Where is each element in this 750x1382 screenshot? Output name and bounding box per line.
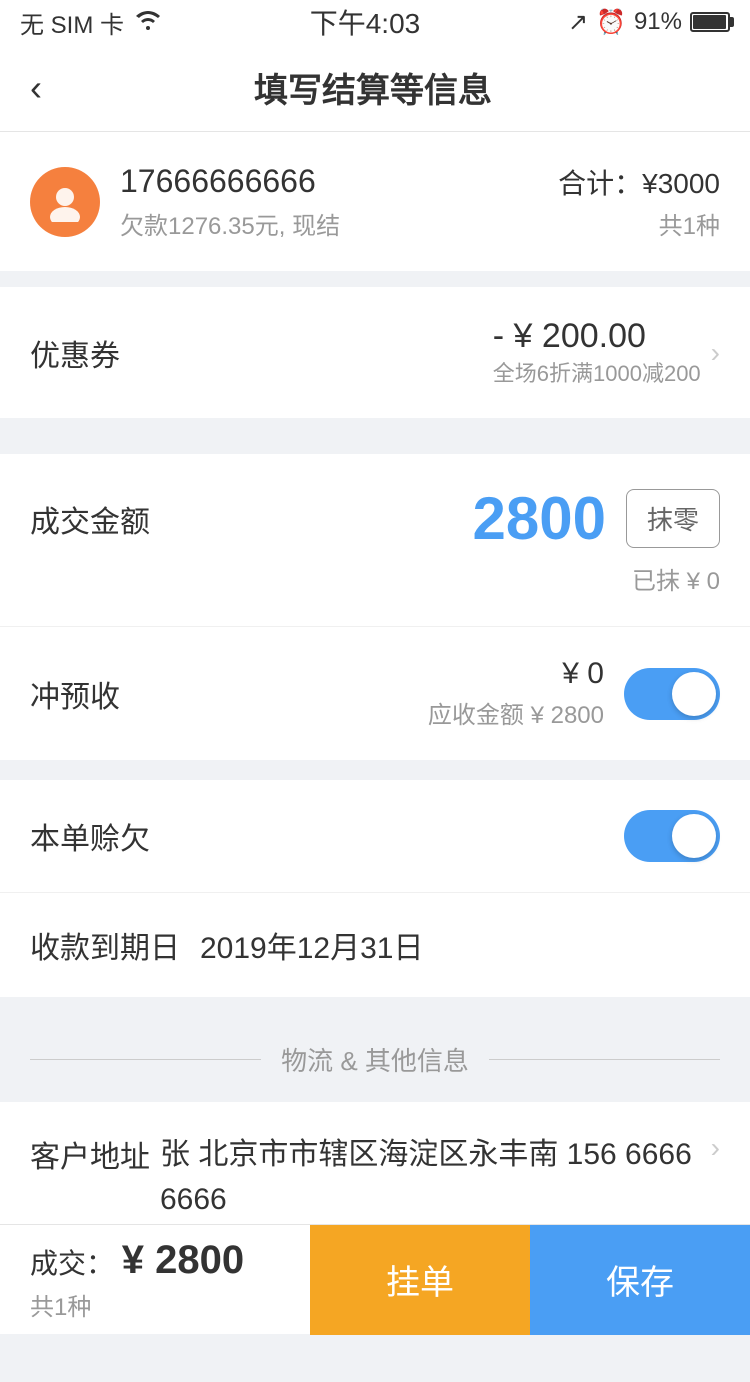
amount-sub: 已抹 ¥ 0	[30, 561, 720, 596]
divider-3	[0, 997, 750, 1017]
hang-button-label: 挂单	[386, 1255, 454, 1304]
prepay-right: ¥ 0 应收金额 ¥ 2800	[428, 657, 720, 730]
status-time: 下午4:03	[310, 2, 421, 42]
address-value: 张 北京市市辖区海淀区永丰南 156 6666 6666	[160, 1132, 701, 1222]
battery-icon	[690, 12, 730, 32]
prepay-toggle[interactable]	[624, 668, 720, 720]
status-left: 无 SIM 卡	[20, 5, 162, 40]
bottom-deal-amount: ¥ 2800	[122, 1238, 244, 1282]
address-chevron-icon: ›	[711, 1132, 720, 1164]
customer-phone: 17666666666	[120, 163, 340, 200]
total-label: 合计：	[558, 168, 642, 199]
customer-total: 合计：¥3000 共1种	[558, 162, 720, 241]
prepay-info: ¥ 0 应收金额 ¥ 2800	[428, 657, 604, 730]
back-button[interactable]: ‹	[30, 67, 42, 109]
customer-info: 17666666666 欠款1276.35元, 现结	[120, 163, 340, 241]
bottom-deal-row: 成交： ¥ 2800	[30, 1238, 280, 1283]
defer-row: 本单赊欠	[0, 780, 750, 892]
customer-section: 17666666666 欠款1276.35元, 现结 合计：¥3000 共1种	[0, 132, 750, 271]
location-icon: ↗	[568, 8, 588, 37]
nav-bar: ‹ 填写结算等信息	[0, 44, 750, 132]
amount-section: 成交金额 2800 抹零 已抹 ¥ 0	[0, 454, 750, 626]
carrier-text: 无 SIM 卡	[20, 5, 124, 40]
save-button-label: 保存	[606, 1255, 674, 1304]
bottom-count: 共1种	[30, 1287, 280, 1322]
section-line-right	[489, 1059, 720, 1060]
prepay-row: 冲预收 ¥ 0 应收金额 ¥ 2800	[0, 626, 750, 760]
save-button[interactable]: 保存	[530, 1225, 750, 1335]
coupon-discount: - ¥ 200.00	[493, 317, 701, 356]
due-label: 收款到期日	[30, 923, 180, 967]
coupon-row[interactable]: 优惠券 - ¥ 200.00 全场6折满1000减200 ›	[0, 287, 750, 418]
due-date-value: 2019年12月31日	[200, 923, 423, 967]
wifi-icon	[134, 8, 162, 37]
prepay-amount: ¥ 0	[428, 657, 604, 691]
bottom-info: 成交： ¥ 2800 共1种	[0, 1238, 310, 1322]
customer-left: 17666666666 欠款1276.35元, 现结	[30, 163, 340, 241]
coupon-chevron-icon: ›	[711, 337, 720, 369]
amount-right: 2800 抹零	[473, 484, 721, 553]
coupon-sub: 全场6折满1000减200	[493, 356, 701, 388]
round-button[interactable]: 抹零	[626, 489, 720, 548]
page-title: 填写结算等信息	[62, 63, 684, 112]
hang-button[interactable]: 挂单	[310, 1225, 530, 1335]
alarm-icon: ⏰	[596, 8, 626, 37]
amount-row: 成交金额 2800 抹零	[30, 484, 720, 553]
defer-toggle[interactable]	[624, 810, 720, 862]
avatar	[30, 167, 100, 237]
status-right: ↗ ⏰ 91%	[568, 8, 730, 37]
divider-2	[0, 760, 750, 780]
due-date-row: 收款到期日 2019年12月31日	[0, 892, 750, 997]
section-header: 物流 & 其他信息	[0, 1017, 750, 1102]
divider-1	[0, 434, 750, 454]
section-header-text: 物流 & 其他信息	[281, 1041, 469, 1078]
battery-percent: 91%	[634, 8, 682, 36]
address-label: 客户地址	[30, 1132, 160, 1176]
total-label-amount: 合计：¥3000	[558, 162, 720, 202]
prepay-sub: 应收金额 ¥ 2800	[428, 695, 604, 730]
section-line-left	[30, 1059, 261, 1060]
defer-label: 本单赊欠	[30, 814, 150, 858]
total-count: 共1种	[558, 206, 720, 241]
coupon-right: - ¥ 200.00 全场6折满1000减200 ›	[493, 317, 720, 388]
amount-value: 2800	[473, 484, 606, 553]
prepay-label: 冲预收	[30, 672, 120, 716]
total-amount: ¥3000	[642, 168, 720, 199]
bottom-deal-label: 成交：	[30, 1248, 114, 1279]
amount-label: 成交金额	[30, 497, 150, 541]
customer-sub: 欠款1276.35元, 现结	[120, 206, 340, 241]
coupon-label: 优惠券	[30, 331, 120, 375]
status-bar: 无 SIM 卡 下午4:03 ↗ ⏰ 91%	[0, 0, 750, 44]
bottom-bar: 成交： ¥ 2800 共1种 挂单 保存	[0, 1224, 750, 1334]
